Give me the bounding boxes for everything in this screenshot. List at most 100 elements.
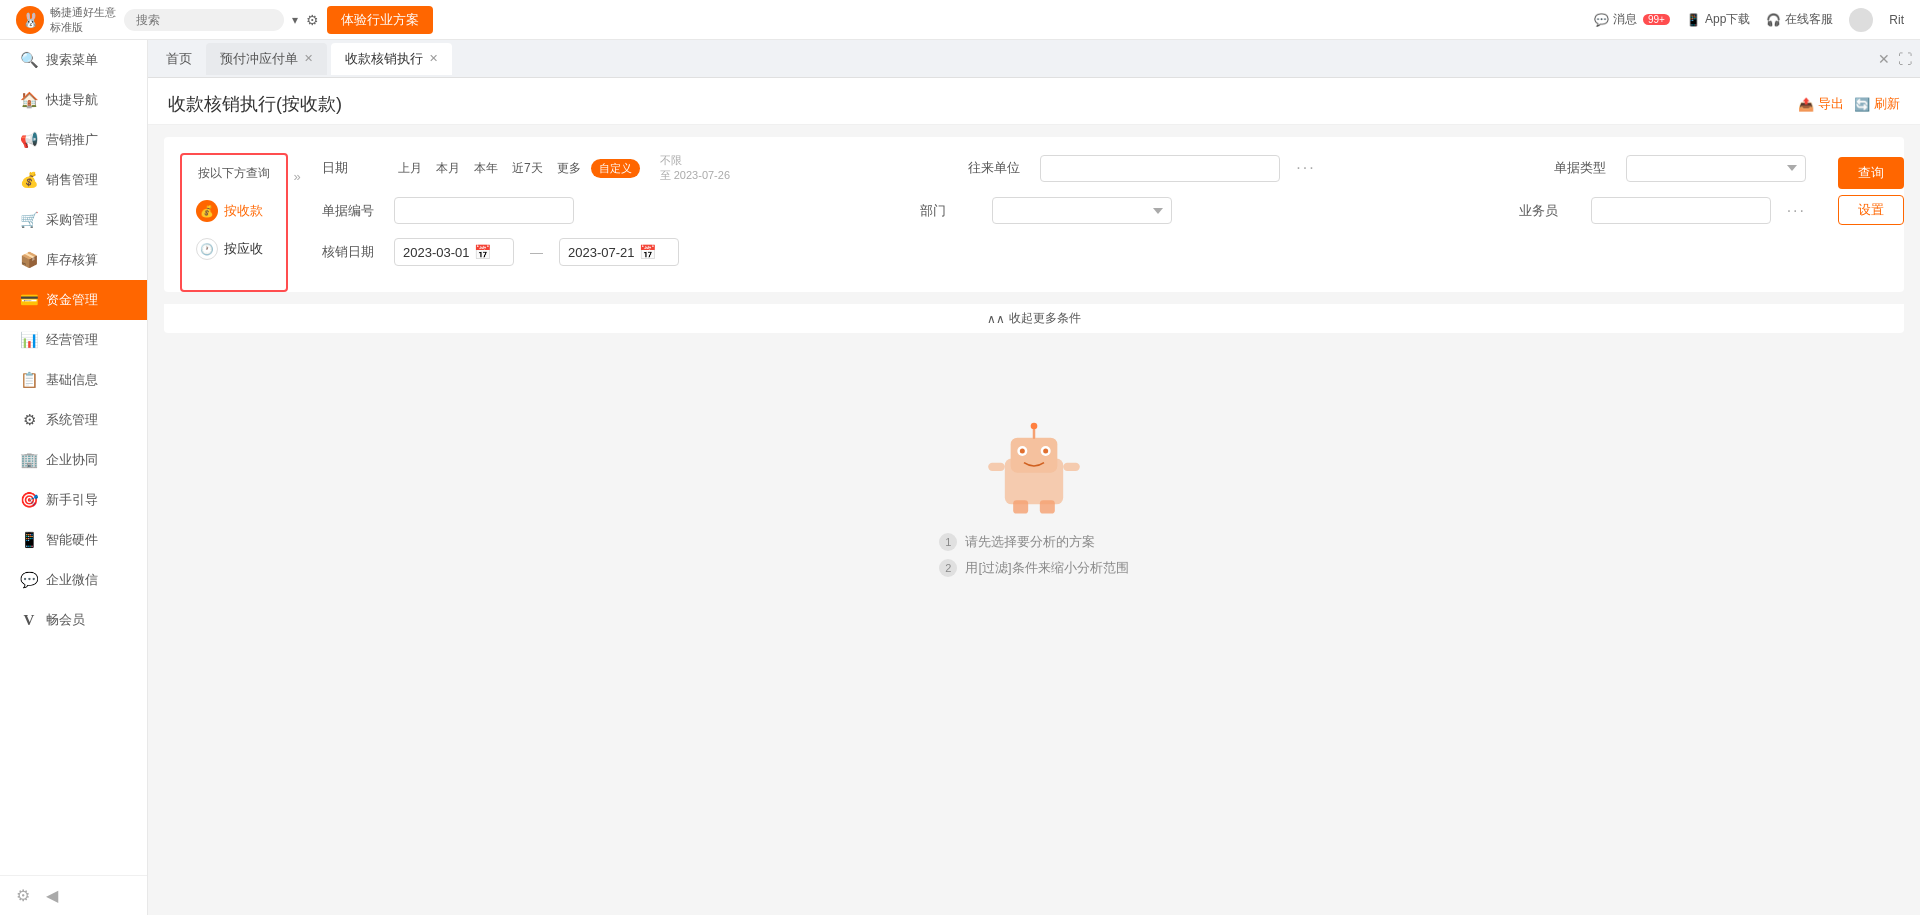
- verify-date-start-picker[interactable]: 2023-03-01 📅: [394, 238, 514, 266]
- sidebar-item-sales[interactable]: 💰 销售管理: [0, 160, 147, 200]
- settings-icon[interactable]: ⚙: [306, 12, 319, 28]
- calendar-end-icon[interactable]: 📅: [639, 244, 656, 260]
- calendar-start-icon[interactable]: 📅: [474, 244, 491, 260]
- tab-prepay[interactable]: 预付冲应付单 ✕: [206, 43, 327, 75]
- this-month-btn[interactable]: 本月: [432, 158, 464, 179]
- staff-more-icon[interactable]: ···: [1787, 202, 1806, 220]
- sidebar-item-hardware[interactable]: 📱 智能硬件: [0, 520, 147, 560]
- tab-close-all-icon[interactable]: ✕: [1878, 51, 1890, 67]
- operation-icon: 📊: [20, 331, 38, 349]
- purchase-icon: 🛒: [20, 211, 38, 229]
- sidebar-item-guide[interactable]: 🎯 新手引导: [0, 480, 147, 520]
- svg-point-3: [1020, 449, 1025, 454]
- dept-select[interactable]: [992, 197, 1172, 224]
- sidebar-item-system[interactable]: ⚙ 系统管理: [0, 400, 147, 440]
- sidebar-item-purchase[interactable]: 🛒 采购管理: [0, 200, 147, 240]
- last-7-days-btn[interactable]: 近7天: [508, 158, 547, 179]
- page-title: 收款核销执行(按收款): [168, 92, 342, 116]
- sidebar-item-label: 系统管理: [46, 411, 98, 429]
- refresh-button[interactable]: 🔄 刷新: [1854, 95, 1900, 113]
- tab-prepay-close[interactable]: ✕: [304, 52, 313, 65]
- sidebar-item-marketing[interactable]: 📢 营销推广: [0, 120, 147, 160]
- sidebar-item-finance[interactable]: 💳 资金管理: [0, 280, 147, 320]
- sidebar-item-inventory[interactable]: 📦 库存核算: [0, 240, 147, 280]
- collapse-more-icon: ∧∧: [987, 312, 1005, 326]
- sidebar-item-label: 企业协同: [46, 451, 98, 469]
- tab-receive[interactable]: 收款核销执行 ✕: [331, 43, 452, 75]
- app-download-button[interactable]: 📱 App下载: [1686, 11, 1750, 28]
- collapse-more-row[interactable]: ∧∧ 收起更多条件: [164, 304, 1904, 333]
- filter-settings-button[interactable]: 设置: [1838, 195, 1904, 225]
- empty-tips: 1 请先选择要分析的方案 2 用[过滤]条件来缩小分析范围: [939, 533, 1128, 577]
- staff-input[interactable]: [1591, 197, 1771, 224]
- tab-bar-actions: ✕ ⛶: [1878, 51, 1912, 67]
- sidebar-item-enterprise[interactable]: 🏢 企业协同: [0, 440, 147, 480]
- this-year-btn[interactable]: 本年: [470, 158, 502, 179]
- export-button[interactable]: 📤 导出: [1798, 95, 1844, 113]
- date-no-limit-text: 不限: [660, 153, 730, 168]
- filter-option-by-receipt[interactable]: 💰 按收款: [190, 192, 278, 230]
- hardware-icon: 📱: [20, 531, 38, 549]
- receipt-option-icon: 💰: [196, 200, 218, 222]
- partner-input[interactable]: [1040, 155, 1280, 182]
- query-button[interactable]: 查询: [1838, 157, 1904, 189]
- sidebar-item-search[interactable]: 🔍 搜索菜单: [0, 40, 147, 80]
- filter-right-form: 日期 上月 本月 本年 近7天 更多 自定义 不限 至 2023-07-26: [306, 153, 1822, 292]
- page-header: 收款核销执行(按收款) 📤 导出 🔄 刷新: [148, 78, 1920, 125]
- partner-more-icon[interactable]: ···: [1296, 159, 1315, 177]
- system-icon: ⚙: [20, 411, 38, 429]
- search-dropdown-icon[interactable]: ▾: [292, 13, 298, 27]
- voucher-no-input[interactable]: [394, 197, 574, 224]
- collapse-panel-arrow[interactable]: »: [288, 153, 306, 292]
- basic-icon: 📋: [20, 371, 38, 389]
- more-date-btn[interactable]: 更多: [553, 158, 585, 179]
- filter-option-by-receivable[interactable]: 🕐 按应收: [190, 230, 278, 268]
- sidebar-collapse-icon[interactable]: ◀: [46, 886, 58, 905]
- app-icon: 📱: [1686, 13, 1701, 27]
- tip-text-1: 请先选择要分析的方案: [965, 533, 1095, 551]
- custom-date-btn[interactable]: 自定义: [591, 159, 640, 178]
- top-search-input[interactable]: [124, 9, 284, 31]
- filter-row-2: 单据编号 部门 业务员 ···: [322, 197, 1806, 224]
- svg-rect-1: [1011, 438, 1058, 473]
- empty-state: 1 请先选择要分析的方案 2 用[过滤]条件来缩小分析范围: [148, 341, 1920, 657]
- empty-tip-1: 1 请先选择要分析的方案: [939, 533, 1128, 551]
- tab-receive-close[interactable]: ✕: [429, 52, 438, 65]
- last-month-btn[interactable]: 上月: [394, 158, 426, 179]
- industry-solution-button[interactable]: 体验行业方案: [327, 6, 433, 34]
- message-icon: 💬: [1594, 13, 1609, 27]
- voucher-type-select[interactable]: [1626, 155, 1806, 182]
- date-label: 日期: [322, 159, 378, 177]
- sidebar-item-label: 智能硬件: [46, 531, 98, 549]
- svg-point-5: [1043, 449, 1048, 454]
- sidebar-item-wechat[interactable]: 💬 企业微信: [0, 560, 147, 600]
- sidebar-bottom: ⚙ ◀: [0, 875, 147, 915]
- filter-area: 按以下方查询 💰 按收款 🕐 按应收 » 日期: [164, 137, 1904, 292]
- sidebar-item-label: 新手引导: [46, 491, 98, 509]
- refresh-icon: 🔄: [1854, 97, 1870, 112]
- sidebar-item-operation[interactable]: 📊 经营管理: [0, 320, 147, 360]
- verify-date-end-value: 2023-07-21: [568, 245, 635, 260]
- sidebar-item-label: 畅会员: [46, 611, 85, 629]
- sidebar-item-basic[interactable]: 📋 基础信息: [0, 360, 147, 400]
- filter-option-label: 按应收: [224, 240, 263, 258]
- service-icon: 🎧: [1766, 13, 1781, 27]
- sidebar-item-member[interactable]: V 畅会员: [0, 600, 147, 640]
- filter-row-3: 核销日期 2023-03-01 📅 — 2023-07-21 📅: [322, 238, 1806, 266]
- message-button[interactable]: 💬 消息 99+: [1594, 11, 1670, 28]
- sales-icon: 💰: [20, 171, 38, 189]
- tip-num-1: 1: [939, 533, 957, 551]
- tab-home[interactable]: 首页: [156, 43, 202, 75]
- page-content: 收款核销执行(按收款) 📤 导出 🔄 刷新 按以下方查询: [148, 78, 1920, 915]
- tab-expand-icon[interactable]: ⛶: [1898, 51, 1912, 67]
- online-service-button[interactable]: 🎧 在线客服: [1766, 11, 1833, 28]
- sidebar-item-label: 营销推广: [46, 131, 98, 149]
- sidebar-settings-icon[interactable]: ⚙: [16, 886, 30, 905]
- svg-point-7: [1031, 423, 1038, 430]
- filter-panel-title: 按以下方查询: [190, 165, 278, 182]
- voucher-no-label: 单据编号: [322, 202, 378, 220]
- sidebar-item-quick-nav[interactable]: 🏠 快捷导航: [0, 80, 147, 120]
- verify-date-end-picker[interactable]: 2023-07-21 📅: [559, 238, 679, 266]
- sidebar-item-label: 销售管理: [46, 171, 98, 189]
- date-quick-select: 上月 本月 本年 近7天 更多 自定义: [394, 158, 640, 179]
